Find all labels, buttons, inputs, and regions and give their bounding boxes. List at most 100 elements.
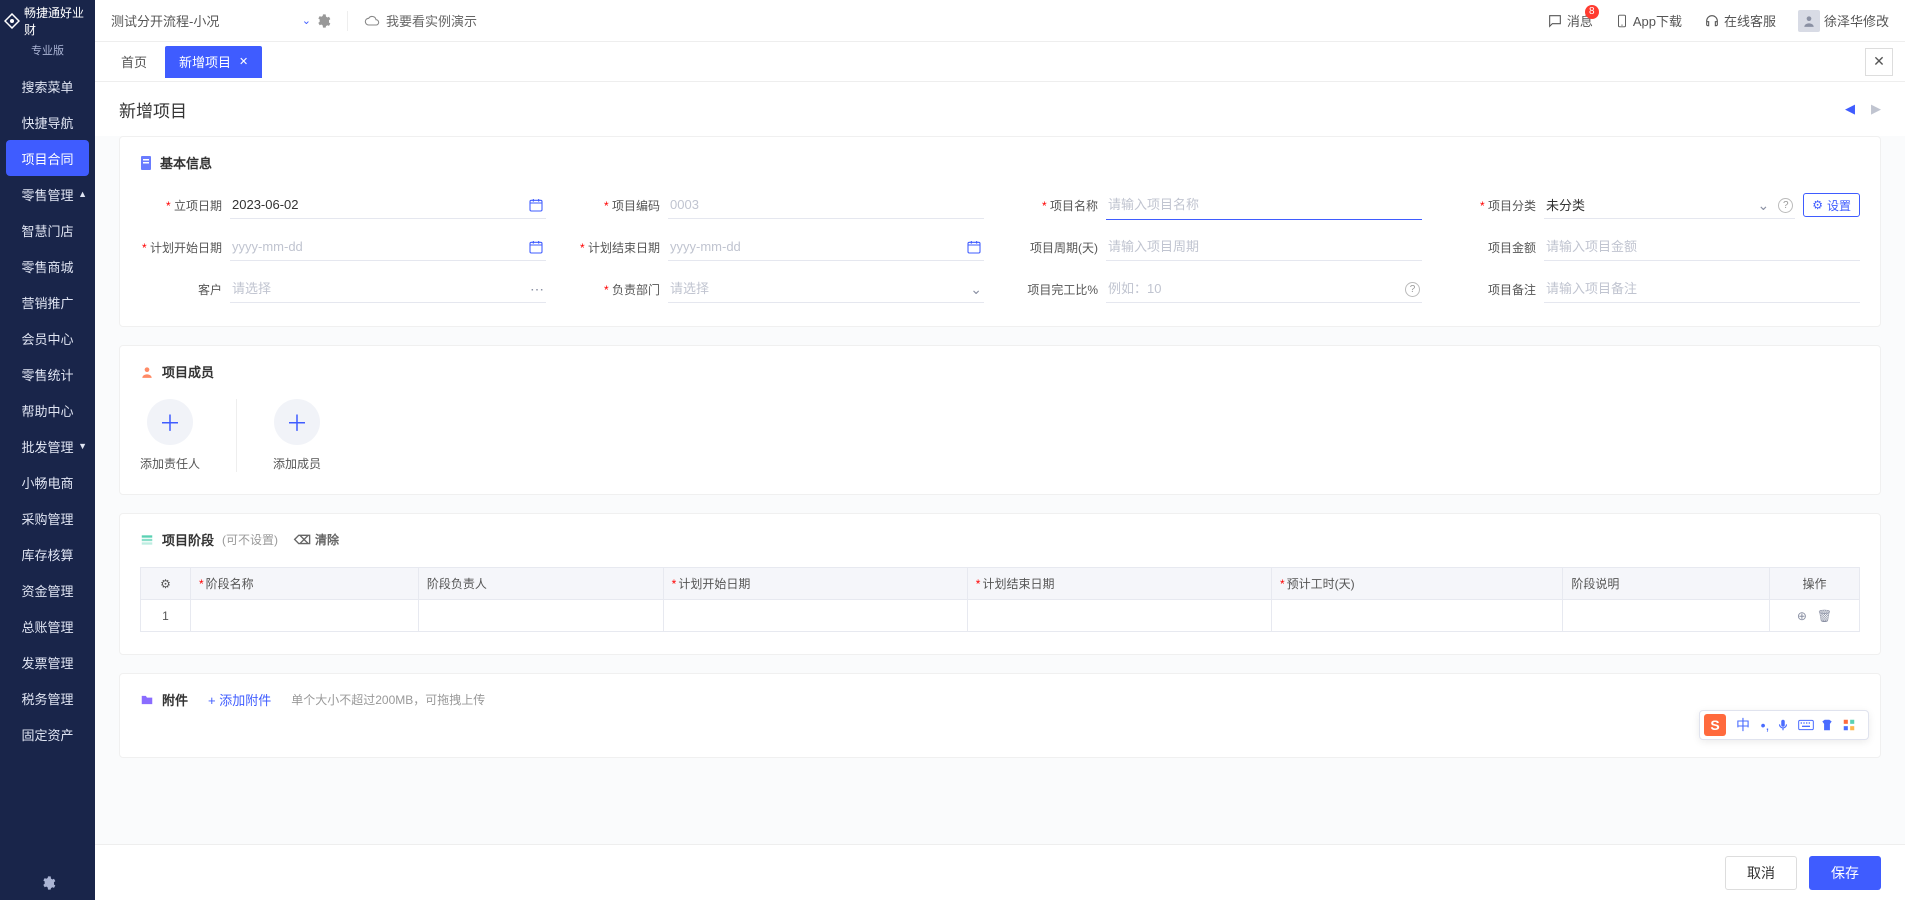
cell-plan-end[interactable] — [967, 600, 1271, 632]
sidebar-item-12[interactable]: 采购管理 — [0, 500, 95, 536]
calendar-icon[interactable] — [528, 239, 544, 255]
sidebar-item-3[interactable]: 零售管理▲ — [0, 176, 95, 212]
ime-toolbar[interactable]: S 中 •, — [1699, 710, 1869, 740]
sidebar-item-11[interactable]: 小畅电商 — [0, 464, 95, 500]
setup-date-input[interactable] — [230, 191, 546, 219]
sidebar-item-9[interactable]: 帮助中心 — [0, 392, 95, 428]
tabs-close-all[interactable]: ✕ — [1865, 48, 1893, 76]
sidebar-item-18[interactable]: 固定资产 — [0, 716, 95, 752]
label-dept: 负责部门 — [578, 281, 668, 298]
ime-skin-icon[interactable] — [1820, 718, 1842, 732]
clear-phases-button[interactable]: ⌫ 清除 — [294, 531, 339, 548]
ime-voice-icon[interactable] — [1776, 718, 1798, 732]
calendar-icon[interactable] — [966, 239, 982, 255]
ime-lang[interactable]: 中 — [1732, 715, 1754, 735]
label-plan-end: 计划结束日期 — [578, 239, 668, 256]
online-service-link[interactable]: 在线客服 — [1704, 11, 1776, 30]
delete-row-icon[interactable]: 🗑 — [1817, 609, 1832, 623]
close-icon[interactable]: ✕ — [239, 55, 248, 68]
help-icon[interactable]: ? — [1405, 282, 1420, 297]
pager-prev-icon[interactable]: ◀ — [1845, 101, 1855, 117]
pager-next-icon[interactable]: ▶ — [1871, 101, 1881, 117]
label-customer: 客户 — [140, 281, 230, 298]
cell-name[interactable] — [191, 600, 419, 632]
cell-desc[interactable] — [1563, 600, 1770, 632]
project-name-input[interactable] — [1106, 191, 1422, 219]
label-done-pct: 项目完工比% — [1016, 281, 1106, 298]
done-pct-input[interactable] — [1106, 275, 1422, 303]
table-row[interactable]: 1 ⊕ 🗑 — [141, 600, 1860, 632]
sidebar-item-5[interactable]: 零售商城 — [0, 248, 95, 284]
phases-table: ⚙ *阶段名称 阶段负责人 *计划开始日期 *计划结束日期 *预计工时(天) 阶… — [140, 567, 1860, 632]
user-menu[interactable]: 徐泽华修改 — [1798, 10, 1889, 32]
add-attachment-button[interactable]: + 添加附件 — [208, 690, 271, 709]
cancel-button[interactable]: 取消 — [1725, 856, 1797, 890]
add-owner-button[interactable]: ＋ 添加责任人 — [140, 399, 200, 472]
ime-toolbox-icon[interactable] — [1842, 718, 1864, 732]
sidebar-item-6[interactable]: 营销推广 — [0, 284, 95, 320]
view-demo-link[interactable]: 我要看实例演示 — [364, 11, 477, 30]
sidebar-item-2[interactable]: 项目合同 — [6, 140, 89, 176]
sidebar-settings[interactable] — [0, 866, 95, 900]
cell-owner[interactable] — [418, 600, 663, 632]
headset-icon — [1704, 13, 1720, 29]
chevron-down-icon[interactable]: ⌄ — [970, 281, 982, 298]
add-row-icon[interactable]: ⊕ — [1797, 609, 1807, 623]
sidebar-item-16[interactable]: 发票管理 — [0, 644, 95, 680]
phone-icon — [1615, 13, 1629, 29]
members-icon — [140, 365, 154, 379]
add-member-button[interactable]: ＋ 添加成员 — [273, 399, 321, 472]
cell-est-hours[interactable] — [1271, 600, 1562, 632]
ime-keyboard-icon[interactable] — [1798, 718, 1820, 732]
col-plan-start: *计划开始日期 — [663, 568, 967, 600]
category-settings-button[interactable]: ⚙ 设置 — [1803, 193, 1860, 217]
cell-plan-start[interactable] — [663, 600, 967, 632]
calendar-icon[interactable] — [528, 197, 544, 213]
dept-input[interactable] — [668, 275, 984, 303]
topbar: 测试分开流程-小况 ⌄ 我要看实例演示 消息 8 — [95, 0, 1905, 42]
avatar-icon — [1798, 10, 1820, 32]
app-download-link[interactable]: App下载 — [1615, 11, 1682, 30]
sidebar-item-8[interactable]: 零售统计 — [0, 356, 95, 392]
chat-icon — [1547, 13, 1563, 29]
sidebar-item-15[interactable]: 总账管理 — [0, 608, 95, 644]
customer-input[interactable] — [230, 275, 546, 303]
workspace-settings-icon[interactable] — [315, 13, 331, 29]
gear-icon — [40, 875, 56, 891]
cloud-icon — [364, 13, 380, 29]
sidebar-item-0[interactable]: 搜索菜单 — [0, 68, 95, 104]
remark-input[interactable] — [1544, 275, 1860, 303]
sidebar-item-10[interactable]: 批发管理▼ — [0, 428, 95, 464]
main: 测试分开流程-小况 ⌄ 我要看实例演示 消息 8 — [95, 0, 1905, 900]
help-icon[interactable]: ? — [1778, 198, 1793, 213]
sogou-logo-icon: S — [1704, 714, 1726, 736]
tab-new-project[interactable]: 新增项目 ✕ — [165, 46, 262, 78]
brand-name: 畅捷通好业财 — [24, 4, 91, 38]
cycle-input[interactable] — [1106, 233, 1422, 261]
tabs-row: 首页 新增项目 ✕ ✕ — [95, 42, 1905, 82]
sidebar-item-7[interactable]: 会员中心 — [0, 320, 95, 356]
page-header: 新增项目 ◀ ▶ — [95, 82, 1905, 136]
messages-button[interactable]: 消息 8 — [1547, 11, 1593, 30]
ime-punct-icon[interactable]: •, — [1754, 717, 1776, 733]
row-number: 1 — [141, 600, 191, 632]
content: 基本信息 立项日期 项目编码 — [95, 136, 1905, 844]
pager: ◀ ▶ — [1845, 101, 1881, 117]
plan-end-input[interactable] — [668, 233, 984, 261]
sidebar-item-17[interactable]: 税务管理 — [0, 680, 95, 716]
section-attachments: 附件 + 添加附件 单个大小不超过200MB，可拖拽上传 — [119, 673, 1881, 758]
sidebar-item-1[interactable]: 快捷导航 — [0, 104, 95, 140]
column-settings[interactable]: ⚙ — [141, 568, 191, 600]
amount-input[interactable] — [1544, 233, 1860, 261]
plan-start-input[interactable] — [230, 233, 546, 261]
save-button[interactable]: 保存 — [1809, 856, 1881, 890]
tab-home[interactable]: 首页 — [107, 46, 161, 78]
sidebar-item-14[interactable]: 资金管理 — [0, 572, 95, 608]
sidebar-item-4[interactable]: 智慧门店 — [0, 212, 95, 248]
code-input[interactable] — [668, 191, 984, 219]
phases-icon — [140, 533, 154, 547]
more-icon[interactable]: ⋯ — [530, 281, 544, 298]
workspace-selector[interactable]: 测试分开流程-小况 ⌄ — [111, 11, 311, 30]
sidebar-item-13[interactable]: 库存核算 — [0, 536, 95, 572]
chevron-down-icon[interactable]: ⌄ — [1757, 197, 1769, 214]
